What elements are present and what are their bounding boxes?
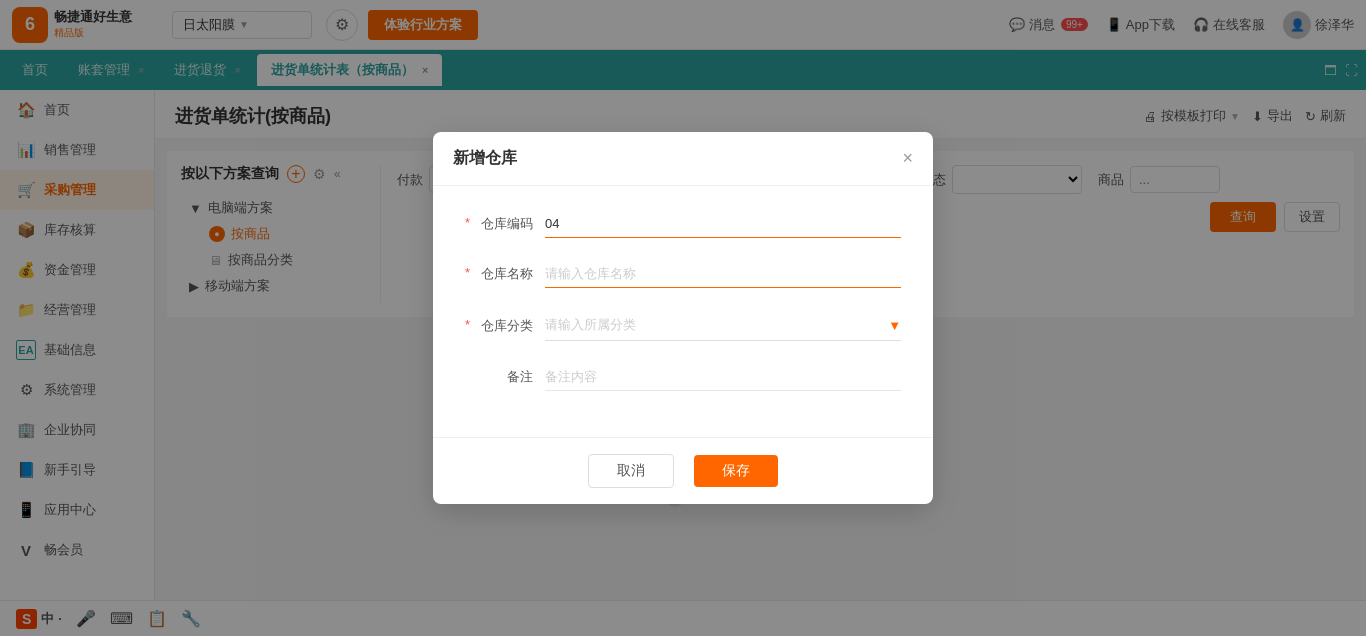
warehouse-name-input[interactable] (545, 260, 901, 288)
warehouse-category-placeholder: 请输入所属分类 (545, 316, 636, 334)
form-row-remark: 备注 (465, 363, 901, 391)
form-row-code: 仓库编码 (465, 210, 901, 238)
warehouse-name-label: 仓库名称 (465, 265, 545, 283)
warehouse-code-input[interactable] (545, 210, 901, 238)
modal-title: 新增仓库 (453, 148, 517, 169)
form-row-name: 仓库名称 (465, 260, 901, 288)
warehouse-category-label: 仓库分类 (465, 317, 545, 335)
modal-body: 仓库编码 仓库名称 仓库分类 请输入所属分类 ▼ 备注 (433, 186, 933, 437)
category-dropdown-arrow: ▼ (888, 318, 901, 333)
modal-footer: 取消 保存 (433, 437, 933, 504)
modal-new-warehouse: 新增仓库 × 仓库编码 仓库名称 仓库分类 请输入所属分类 ▼ (433, 132, 933, 504)
warehouse-remark-label: 备注 (465, 368, 545, 386)
warehouse-remark-input[interactable] (545, 363, 901, 391)
save-button[interactable]: 保存 (694, 455, 778, 487)
form-row-category: 仓库分类 请输入所属分类 ▼ (465, 310, 901, 341)
modal-header: 新增仓库 × (433, 132, 933, 186)
cancel-button[interactable]: 取消 (588, 454, 674, 488)
warehouse-code-label: 仓库编码 (465, 215, 545, 233)
modal-close-button[interactable]: × (902, 148, 913, 169)
warehouse-category-select[interactable]: 请输入所属分类 ▼ (545, 310, 901, 341)
modal-overlay: 新增仓库 × 仓库编码 仓库名称 仓库分类 请输入所属分类 ▼ (0, 0, 1366, 636)
